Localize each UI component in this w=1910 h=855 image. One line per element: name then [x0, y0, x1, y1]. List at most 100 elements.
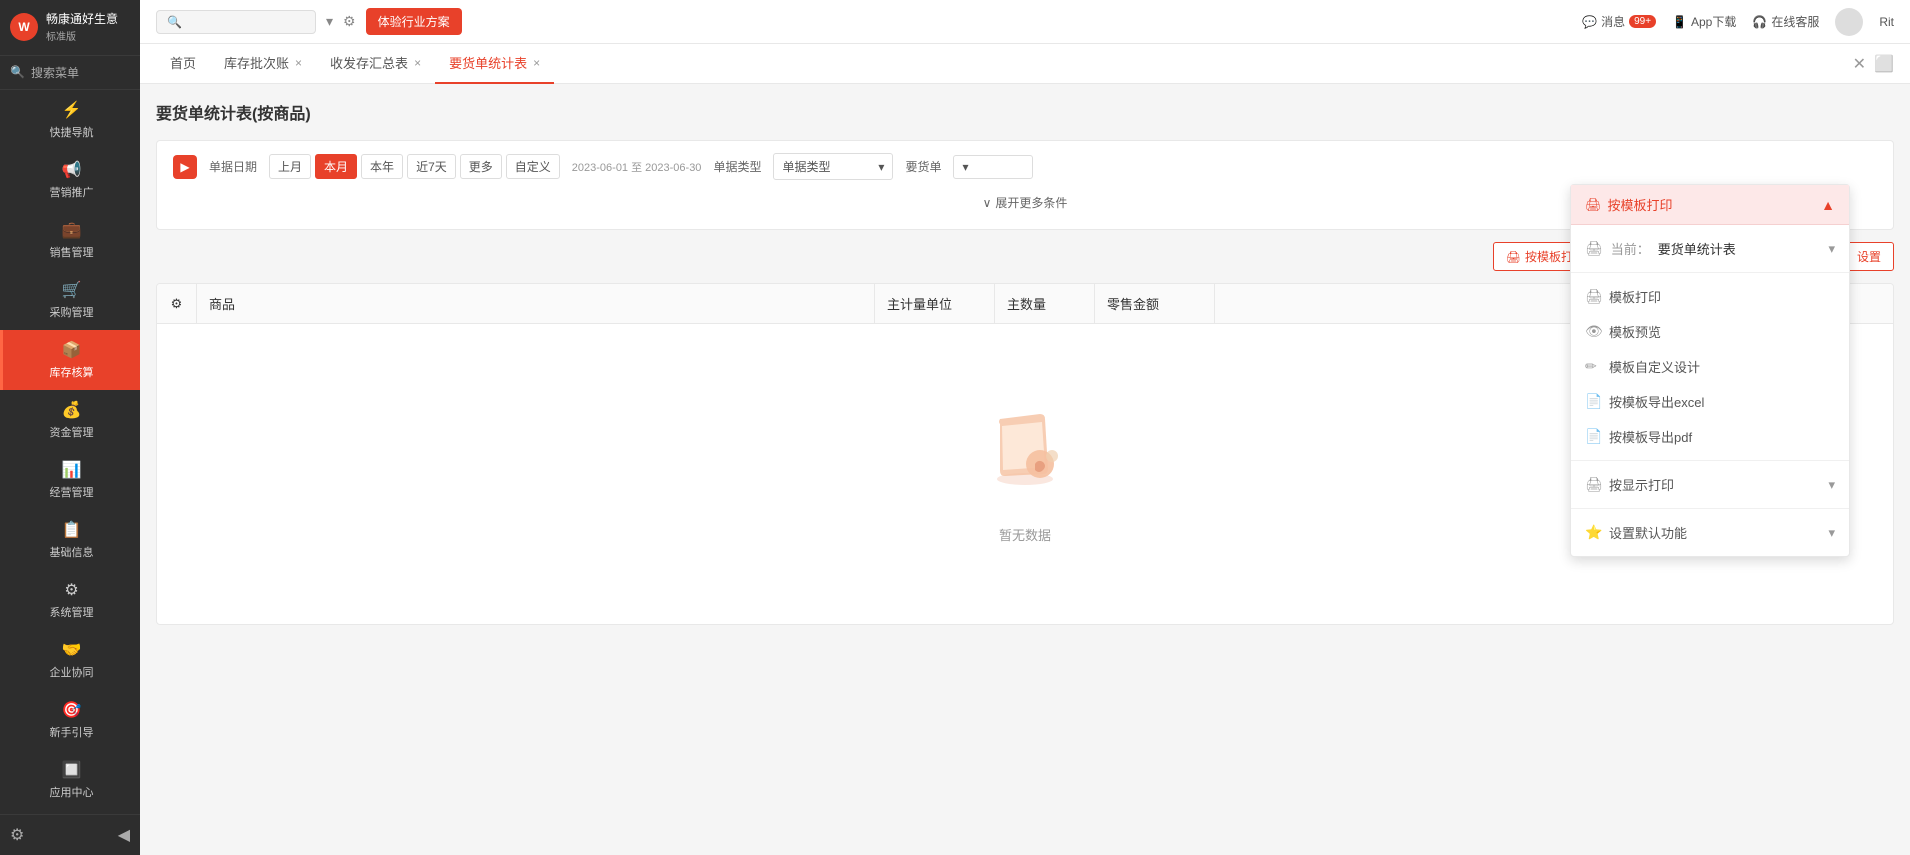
- date-btn-this-month[interactable]: 本月: [315, 154, 357, 179]
- tab-home[interactable]: 首页: [156, 44, 210, 84]
- tab-collection-summary-close[interactable]: ×: [414, 56, 421, 70]
- tab-collection-summary[interactable]: 收发存汇总表 ×: [316, 44, 435, 84]
- tab-close-all-icon[interactable]: ✕: [1853, 54, 1866, 74]
- template-preview-item[interactable]: 👁 模板预览: [1571, 314, 1849, 349]
- sidebar-item-guide[interactable]: 🎯 新手引导: [0, 690, 140, 750]
- tab-batch-ledger[interactable]: 库存批次账 ×: [210, 44, 316, 84]
- header-left: 🔍 ▾ ⚙ 体验行业方案: [156, 8, 462, 35]
- settings-btn[interactable]: 设置: [1844, 242, 1894, 271]
- sidebar-item-label: 新手引导: [50, 724, 94, 740]
- export-excel-label: 按模板导出excel: [1609, 392, 1704, 411]
- tab-batch-ledger-close[interactable]: ×: [295, 56, 302, 70]
- page-title: 要货单统计表(按商品): [156, 100, 1894, 124]
- header-search-bar[interactable]: 🔍: [156, 10, 316, 34]
- sidebar-item-finance[interactable]: 💰 资金管理: [0, 390, 140, 450]
- date-btn-custom[interactable]: 自定义: [506, 154, 560, 179]
- col-settings[interactable]: ⚙: [157, 284, 197, 323]
- customer-service-label: 在线客服: [1771, 13, 1819, 30]
- print-current-item[interactable]: 🖨 当前： 要货单统计表 ▾: [1571, 231, 1849, 266]
- sidebar-item-system[interactable]: ⚙ 系统管理: [0, 570, 140, 630]
- template-icon: 🖨: [1585, 240, 1603, 257]
- set-default-icon: ⭐: [1585, 524, 1601, 541]
- sidebar-item-label: 系统管理: [50, 604, 94, 620]
- date-filter-label: 单据日期: [209, 158, 257, 175]
- app-download-btn[interactable]: 📱 App下载: [1672, 13, 1736, 30]
- template-preview-icon: 👁: [1585, 323, 1601, 340]
- date-btn-more[interactable]: 更多: [460, 154, 502, 179]
- print-icon: 🖨: [1506, 250, 1521, 264]
- print-dropdown-arrow[interactable]: ▲: [1821, 197, 1835, 213]
- header-settings-icon[interactable]: ⚙: [343, 13, 356, 30]
- set-default-item[interactable]: ⭐ 设置默认功能 ▾: [1571, 515, 1849, 550]
- display-print-label: 按显示打印: [1609, 475, 1674, 494]
- tab-controls: ✕ ⬜: [1853, 54, 1894, 74]
- sidebar-item-sales[interactable]: 💼 销售管理: [0, 210, 140, 270]
- sidebar-item-label: 销售管理: [50, 244, 94, 260]
- export-pdf-item[interactable]: 📄 按模板导出pdf: [1571, 419, 1849, 454]
- current-arrow-icon: ▾: [1828, 241, 1835, 257]
- toolbar-left: [156, 247, 176, 267]
- inventory-icon: 📦: [62, 340, 82, 360]
- sidebar-item-enterprise[interactable]: 🤝 企业协同: [0, 630, 140, 690]
- customer-service-btn[interactable]: 🎧 在线客服: [1752, 13, 1819, 30]
- message-label: 消息: [1601, 13, 1625, 30]
- trial-button[interactable]: 体验行业方案: [366, 8, 462, 35]
- header-right: 💬 消息 99+ 📱 App下载 🎧 在线客服 Rit: [1582, 8, 1894, 36]
- default-function-section: ⭐ 设置默认功能 ▾: [1571, 509, 1849, 556]
- system-icon: ⚙: [64, 580, 78, 600]
- template-print-label: 模板打印: [1609, 287, 1661, 306]
- app-download-label: App下载: [1691, 13, 1736, 30]
- export-excel-item[interactable]: 📄 按模板导出excel: [1571, 384, 1849, 419]
- date-btn-7days[interactable]: 近7天: [407, 154, 456, 179]
- sidebar-bottom: ⚙ ◀: [0, 814, 140, 855]
- date-btn-this-year[interactable]: 本年: [361, 154, 403, 179]
- tab-order-stats[interactable]: 要货单统计表 ×: [435, 44, 554, 84]
- message-btn[interactable]: 💬 消息 99+: [1582, 13, 1656, 30]
- filter-toggle-btn[interactable]: ▶: [173, 155, 197, 179]
- sidebar-item-inventory[interactable]: 📦 库存核算: [0, 330, 140, 390]
- app-version: 标准版: [46, 28, 118, 43]
- order-type-arrow: ▾: [962, 160, 968, 174]
- print-dropdown-icon: 🖨: [1585, 197, 1602, 213]
- sidebar-item-purchase[interactable]: 🛒 采购管理: [0, 270, 140, 330]
- basic-icon: 📋: [62, 520, 82, 540]
- sidebar-item-marketing[interactable]: 📢 营销推广: [0, 150, 140, 210]
- expand-label: 展开更多条件: [995, 194, 1067, 211]
- page-content: 要货单统计表(按商品) ▶ 单据日期 上月 本月 本年 近7天 更多 自定义 2…: [140, 84, 1910, 855]
- current-label: 当前：: [1611, 239, 1650, 258]
- sidebar-item-appstore[interactable]: 🔲 应用中心: [0, 750, 140, 810]
- template-print-item[interactable]: 🖨 模板打印: [1571, 279, 1849, 314]
- template-preview-label: 模板预览: [1609, 322, 1661, 341]
- header-gear-icon[interactable]: ▾: [326, 13, 333, 30]
- main-area: 🔍 ▾ ⚙ 体验行业方案 💬 消息 99+ 📱 App下载 🎧 在线客服 Rit: [140, 0, 1910, 855]
- col-retail-amount: 零售金额: [1095, 284, 1215, 323]
- sidebar-item-quick-nav[interactable]: ⚡ 快捷导航: [0, 90, 140, 150]
- collapse-icon[interactable]: ◀: [118, 825, 130, 845]
- template-custom-item[interactable]: ✏ 模板自定义设计: [1571, 349, 1849, 384]
- tab-expand-icon[interactable]: ⬜: [1874, 54, 1894, 74]
- display-print-item[interactable]: 🖨 按显示打印 ▾: [1571, 467, 1849, 502]
- tabs-bar: 首页 库存批次账 × 收发存汇总表 × 要货单统计表 × ✕ ⬜: [140, 44, 1910, 84]
- empty-icon: [980, 404, 1070, 513]
- sidebar-search[interactable]: 🔍 搜索菜单: [0, 56, 140, 90]
- tab-batch-ledger-label: 库存批次账: [224, 53, 289, 72]
- appstore-icon: 🔲: [62, 760, 82, 780]
- app-logo-icon: W: [10, 13, 38, 41]
- expand-conditions-btn[interactable]: ∨ 展开更多条件: [977, 188, 1074, 217]
- sidebar-item-basic[interactable]: 📋 基础信息: [0, 510, 140, 570]
- print-dropdown-menu: 🖨 按模板打印 ▲ 🖨 当前： 要货单统计表 ▾ 🖨 模板打印: [1570, 184, 1850, 557]
- print-dropdown-title-text: 按模板打印: [1608, 195, 1673, 214]
- sidebar-item-operation[interactable]: 📊 经营管理: [0, 450, 140, 510]
- date-btn-last-month[interactable]: 上月: [269, 154, 311, 179]
- sidebar-item-label: 应用中心: [50, 784, 94, 800]
- user-avatar[interactable]: [1835, 8, 1863, 36]
- type-filter-label: 单据类型: [713, 158, 761, 175]
- tab-order-stats-label: 要货单统计表: [449, 53, 527, 72]
- order-type-select[interactable]: ▾: [953, 155, 1033, 179]
- tab-order-stats-close[interactable]: ×: [533, 56, 540, 70]
- order-type-label: 要货单: [905, 158, 941, 175]
- print-actions-section: 🖨 模板打印 👁 模板预览 ✏ 模板自定义设计 📄 按模板导出excel 📄: [1571, 273, 1849, 461]
- sidebar: W 畅康通好生意 标准版 🔍 搜索菜单 ⚡ 快捷导航 📢 营销推广 💼 销售管理…: [0, 0, 140, 855]
- type-filter-select[interactable]: 单据类型 ▾: [773, 153, 893, 180]
- settings-icon[interactable]: ⚙: [10, 825, 24, 845]
